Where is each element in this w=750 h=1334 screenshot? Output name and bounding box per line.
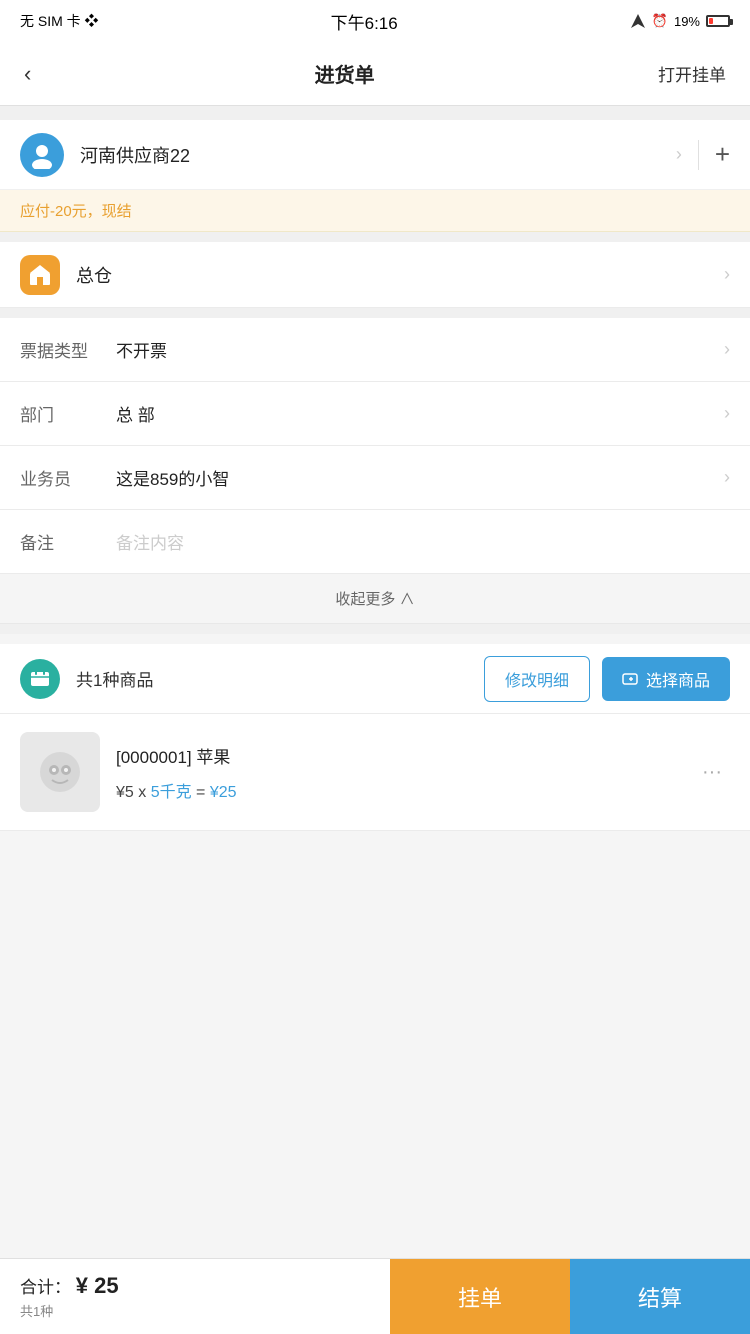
salesperson-value: 这是859的小智 (100, 465, 724, 490)
select-product-button[interactable]: 选择商品 (602, 657, 730, 701)
product-item: [0000001] 苹果 ¥5 x 5千克 = ¥25 ··· (0, 714, 750, 831)
salesperson-chevron-icon: › (724, 467, 730, 488)
warn-banner: 应付-20元，现结 (0, 190, 750, 232)
checkout-label: 结算 (638, 1281, 682, 1313)
total-label: 合计： (20, 1278, 71, 1297)
total-value: ¥25 (210, 784, 237, 801)
page-title: 进货单 (315, 59, 375, 88)
footer-total-sub: 共1种 (20, 1301, 370, 1320)
invoice-type-label: 票据类型 (20, 337, 100, 362)
supplier-chevron-icon: › (676, 144, 682, 165)
supplier-avatar (20, 133, 64, 177)
equals: = (192, 784, 210, 801)
total-amount: ¥ 25 (76, 1273, 119, 1298)
qty-value: 5千克 (151, 784, 192, 801)
collapse-label: 收起更多 ∧ (335, 588, 414, 609)
nav-bar: ‹ 进货单 打开挂单 (0, 42, 750, 106)
invoice-type-chevron-icon: › (724, 339, 730, 360)
invoice-type-row[interactable]: 票据类型 不开票 › (0, 318, 750, 382)
product-count-label: 共1种商品 (76, 666, 484, 691)
hang-button[interactable]: 挂单 (390, 1259, 570, 1334)
status-battery: ⏰ 19% (630, 13, 730, 29)
select-product-label: 选择商品 (646, 667, 710, 691)
warehouse-label: 总仓 (76, 262, 724, 288)
department-row[interactable]: 部门 总 部 › (0, 382, 750, 446)
back-button[interactable]: ‹ (24, 61, 31, 87)
department-value: 总 部 (100, 401, 724, 426)
status-bar: 无 SIM 卡 ❖ 下午6:16 ⏰ 19% (0, 0, 750, 42)
footer: 合计： ¥ 25 共1种 挂单 结算 (0, 1258, 750, 1334)
warehouse-icon-bg (20, 255, 60, 295)
clock-icon: ⏰ (652, 13, 668, 29)
warehouse-row[interactable]: 总仓 › (0, 242, 750, 308)
department-chevron-icon: › (724, 403, 730, 424)
top-divider (0, 106, 750, 120)
supplier-name: 河南供应商22 (80, 142, 676, 168)
product-title: 苹果 (196, 748, 230, 767)
product-thumb-icon (36, 748, 84, 796)
mid-divider1 (0, 232, 750, 242)
battery-icon (706, 15, 730, 27)
product-info: [0000001] 苹果 ¥5 x 5千克 = ¥25 (116, 743, 694, 802)
more-button[interactable]: ··· (694, 757, 730, 788)
collapse-toggle[interactable]: 收起更多 ∧ (0, 574, 750, 624)
product-code: [0000001] (116, 748, 196, 767)
status-time: 下午6:16 (331, 9, 398, 34)
add-button[interactable]: + (715, 139, 730, 170)
warn-text: 应付-20元，现结 (20, 203, 132, 220)
product-price: ¥5 x 5千克 = ¥25 (116, 778, 694, 802)
footer-spacer (0, 831, 750, 907)
product-thumbnail (20, 732, 100, 812)
hang-label: 挂单 (458, 1281, 502, 1313)
unit-price: ¥5 x (116, 784, 151, 801)
salesperson-label: 业务员 (20, 465, 100, 490)
footer-total-main: 合计： ¥ 25 (20, 1273, 370, 1299)
department-label: 部门 (20, 401, 100, 426)
remark-row[interactable]: 备注 备注内容 (0, 510, 750, 574)
mid-divider2 (0, 308, 750, 318)
cart-icon (622, 670, 640, 688)
invoice-type-value: 不开票 (100, 337, 724, 362)
separator (698, 140, 699, 170)
product-name: [0000001] 苹果 (116, 743, 694, 768)
footer-total: 合计： ¥ 25 共1种 (0, 1259, 390, 1334)
remark-value: 备注内容 (100, 529, 730, 554)
product-header-icon-bg (20, 659, 60, 699)
checkout-button[interactable]: 结算 (570, 1259, 750, 1334)
mid-divider3 (0, 624, 750, 634)
remark-label: 备注 (20, 529, 100, 554)
supplier-row[interactable]: 河南供应商22 › + (0, 120, 750, 190)
edit-detail-button[interactable]: 修改明细 (484, 656, 590, 702)
open-hang-button[interactable]: 打开挂单 (658, 61, 726, 86)
status-signal: 无 SIM 卡 ❖ (20, 11, 99, 31)
location-icon (630, 13, 646, 29)
product-header: 共1种商品 修改明细 选择商品 (0, 644, 750, 714)
salesperson-row[interactable]: 业务员 这是859的小智 › (0, 446, 750, 510)
warehouse-chevron-icon: › (724, 264, 730, 285)
